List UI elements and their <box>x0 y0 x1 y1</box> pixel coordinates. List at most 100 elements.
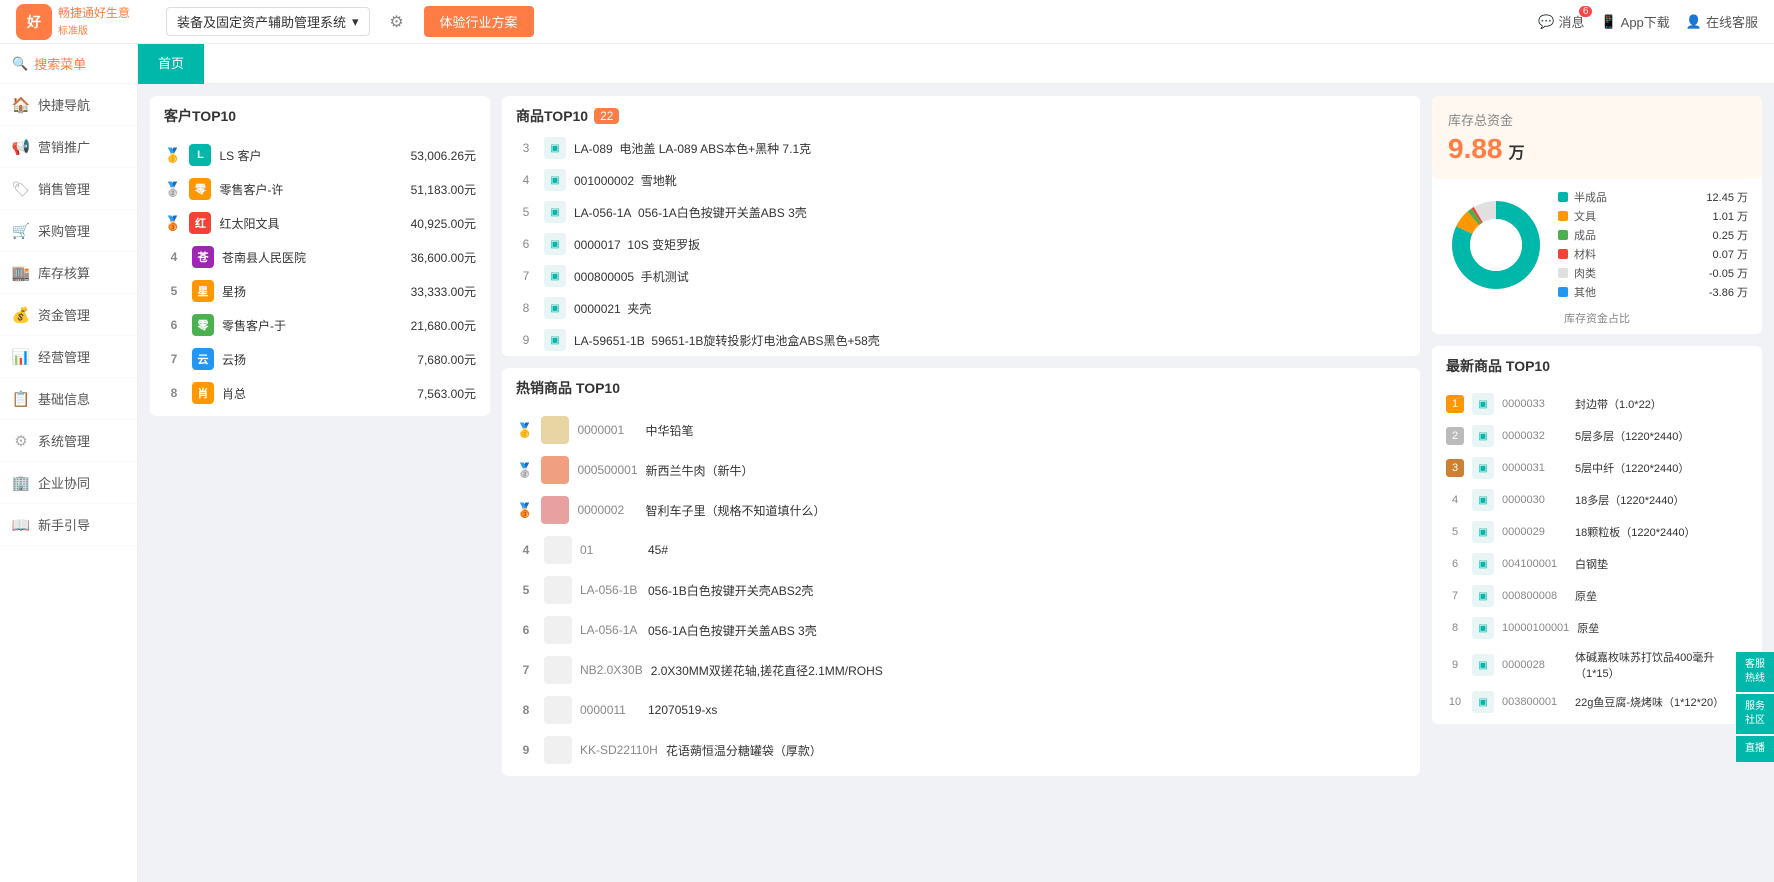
chevron-down-icon: ▾ <box>352 14 359 30</box>
topbar: 好 畅捷通好生意 标准版 装备及固定资产辅助管理系统 ▾ ⚙ 体验行业方案 💬 … <box>0 0 1774 44</box>
hot-products-title: 热销商品 TOP10 <box>516 378 620 398</box>
rank-num: 8 <box>516 301 536 315</box>
product-info: 000800005 手机测试 <box>574 268 1406 285</box>
system-select[interactable]: 装备及固定资产辅助管理系统 ▾ <box>166 7 370 36</box>
hot-product-item: 🥉 0000002 智利车子里（规格不知道填什么） <box>502 490 1420 530</box>
online-service-button[interactable]: 👤 在线客服 <box>1686 12 1758 31</box>
sidebar-item-label: 经营管理 <box>38 347 90 366</box>
rank-num: 4 <box>516 173 536 187</box>
legend-value: 1.01 万 <box>1713 208 1748 224</box>
legend-label: 成品 <box>1574 227 1707 243</box>
rank-num: 6 <box>516 237 536 251</box>
inventory-value: 9.88 <box>1448 133 1503 164</box>
tab-home[interactable]: 首页 <box>138 44 204 84</box>
sidebar-item-enterprise[interactable]: 🏢 企业协同 <box>0 462 137 504</box>
customer-rank-item: 🥈 零 零售客户-许 51,183.00元 <box>150 172 490 206</box>
rank-badge: 3 <box>1446 459 1464 477</box>
inventory-card: 库存总资金 9.88 万 <box>1432 96 1762 334</box>
legend-item: 材料 0.07 万 <box>1558 246 1748 262</box>
sidebar-item-purchase[interactable]: 🛒 采购管理 <box>0 210 137 252</box>
message-button[interactable]: 💬 消息 6 <box>1538 12 1584 31</box>
product-thumbnail: ▣ <box>544 265 566 287</box>
system-name: 装备及固定资产辅助管理系统 <box>177 12 346 31</box>
sales-icon: 🏷 <box>12 180 30 198</box>
product-name: 新西兰牛肉（新牛） <box>646 462 1406 479</box>
rank-num: 7 <box>164 352 184 366</box>
rank-value: 7,680.00元 <box>417 351 476 368</box>
rank-num: 9 <box>516 333 536 347</box>
product-name: 056-1A白色按键开关盖ABS 3壳 <box>638 206 807 220</box>
product-code: LA-056-1B <box>580 583 640 597</box>
rank-value: 21,680.00元 <box>411 317 476 334</box>
message-badge: 6 <box>1579 6 1593 17</box>
customer-rank-item: 🥇 L LS 客户 53,006.26元 <box>150 138 490 172</box>
sidebar-item-label: 采购管理 <box>38 221 90 240</box>
product-code: 0000030 <box>1502 494 1567 506</box>
legend-item: 文具 1.01 万 <box>1558 208 1748 224</box>
service-label: 在线客服 <box>1706 12 1758 31</box>
sidebar-item-marketing[interactable]: 📢 营销推广 <box>0 126 137 168</box>
product-rank-item: 9 ▣ LA-59651-1B 59651-1B旋转投影灯电池盒ABS黑色+58… <box>502 324 1420 356</box>
customer-service-button[interactable]: 客服 热线 <box>1736 652 1774 692</box>
product-name: 手机测试 <box>641 270 689 284</box>
logo-icon: 好 <box>16 4 52 40</box>
service-community-button[interactable]: 服务 社区 <box>1736 694 1774 734</box>
rank-avatar: 星 <box>192 280 214 302</box>
customer-rank-list: 🥇 L LS 客户 53,006.26元 🥈 零 零售客户-许 51,183.0… <box>150 132 490 416</box>
product-thumbnail: ▣ <box>1472 425 1494 447</box>
trial-button[interactable]: 体验行业方案 <box>424 6 534 37</box>
app-download-button[interactable]: 📱 App下载 <box>1600 12 1669 31</box>
new-product-item: 7 ▣ 000800008 原垒 <box>1432 580 1762 612</box>
donut-chart <box>1446 195 1546 295</box>
rank-avatar: 红 <box>189 212 211 234</box>
sidebar-item-sales[interactable]: 🏷 销售管理 <box>0 168 137 210</box>
sidebar-item-label: 基础信息 <box>38 389 90 408</box>
hot-product-item: 9 KK-SD22110H 花语蒴恒温分糖罐袋（厚款） <box>502 730 1420 770</box>
legend-item: 肉类 -0.05 万 <box>1558 265 1748 281</box>
logo-sub: 标准版 <box>58 22 130 37</box>
rank-medal-1: 🥇 <box>164 147 181 164</box>
rank-badge: 4 <box>1446 491 1464 509</box>
search-menu-button[interactable]: 🔍 搜索菜单 <box>0 44 137 84</box>
new-products-list: 1 ▣ 0000033 封边带（1.0*22） 2 ▣ 0000032 5层多层… <box>1432 382 1762 724</box>
rank-value: 51,183.00元 <box>411 181 476 198</box>
sidebar-item-label: 库存核算 <box>38 263 90 282</box>
legend-value: 0.07 万 <box>1713 246 1748 262</box>
product-code: 000800008 <box>1502 590 1567 602</box>
sidebar-item-quick-nav[interactable]: 🏠 快捷导航 <box>0 84 137 126</box>
rank-name: 肖总 <box>222 385 409 402</box>
product-rank-badge: 22 <box>594 108 619 124</box>
sidebar-item-operation[interactable]: 📊 经营管理 <box>0 336 137 378</box>
sidebar: 🔍 搜索菜单 🏠 快捷导航 📢 营销推广 🏷 销售管理 🛒 采购管理 🏬 库存核… <box>0 44 138 882</box>
live-broadcast-button[interactable]: 直播 <box>1736 736 1774 762</box>
rank-num: 7 <box>516 269 536 283</box>
product-image <box>541 456 569 484</box>
new-products-card: 最新商品 TOP10 1 ▣ 0000033 封边带（1.0*22） 2 ▣ 0… <box>1432 346 1762 724</box>
customer-rank-item: 5 星 星扬 33,333.00元 <box>150 274 490 308</box>
sidebar-item-inventory[interactable]: 🏬 库存核算 <box>0 252 137 294</box>
rank-badge: 9 <box>1446 656 1464 674</box>
product-thumbnail: ▣ <box>544 137 566 159</box>
chart-area: 半成品 12.45 万 文具 1.01 万 成品 0 <box>1432 179 1762 310</box>
legend-value: 12.45 万 <box>1706 189 1748 205</box>
product-code: 003800001 <box>1502 696 1567 708</box>
right-panel: 库存总资金 9.88 万 <box>1432 96 1762 870</box>
product-info: LA-056-1A 056-1A白色按键开关盖ABS 3壳 <box>574 204 1406 221</box>
marketing-icon: 📢 <box>12 138 30 156</box>
legend-item: 其他 -3.86 万 <box>1558 284 1748 300</box>
product-thumbnail: ▣ <box>1472 457 1494 479</box>
sidebar-item-finance[interactable]: 💰 资金管理 <box>0 294 137 336</box>
gear-button[interactable]: ⚙ <box>382 7 412 37</box>
rank-avatar: 肖 <box>192 382 214 404</box>
product-code: 01 <box>580 543 640 557</box>
logo-text-wrap: 畅捷通好生意 标准版 <box>58 6 130 37</box>
logo-text: 畅捷通好生意 <box>58 6 130 22</box>
new-product-item: 4 ▣ 0000030 18多层（1220*2440） <box>1432 484 1762 516</box>
product-thumbnail: ▣ <box>1472 585 1494 607</box>
sidebar-item-basic[interactable]: 📋 基础信息 <box>0 378 137 420</box>
sidebar-item-system[interactable]: ⚙ 系统管理 <box>0 420 137 462</box>
product-code: KK-SD22110H <box>580 743 658 757</box>
customer-rank-item: 6 零 零售客户-于 21,680.00元 <box>150 308 490 342</box>
sidebar-item-guide[interactable]: 📖 新手引导 <box>0 504 137 546</box>
product-image <box>541 496 569 524</box>
